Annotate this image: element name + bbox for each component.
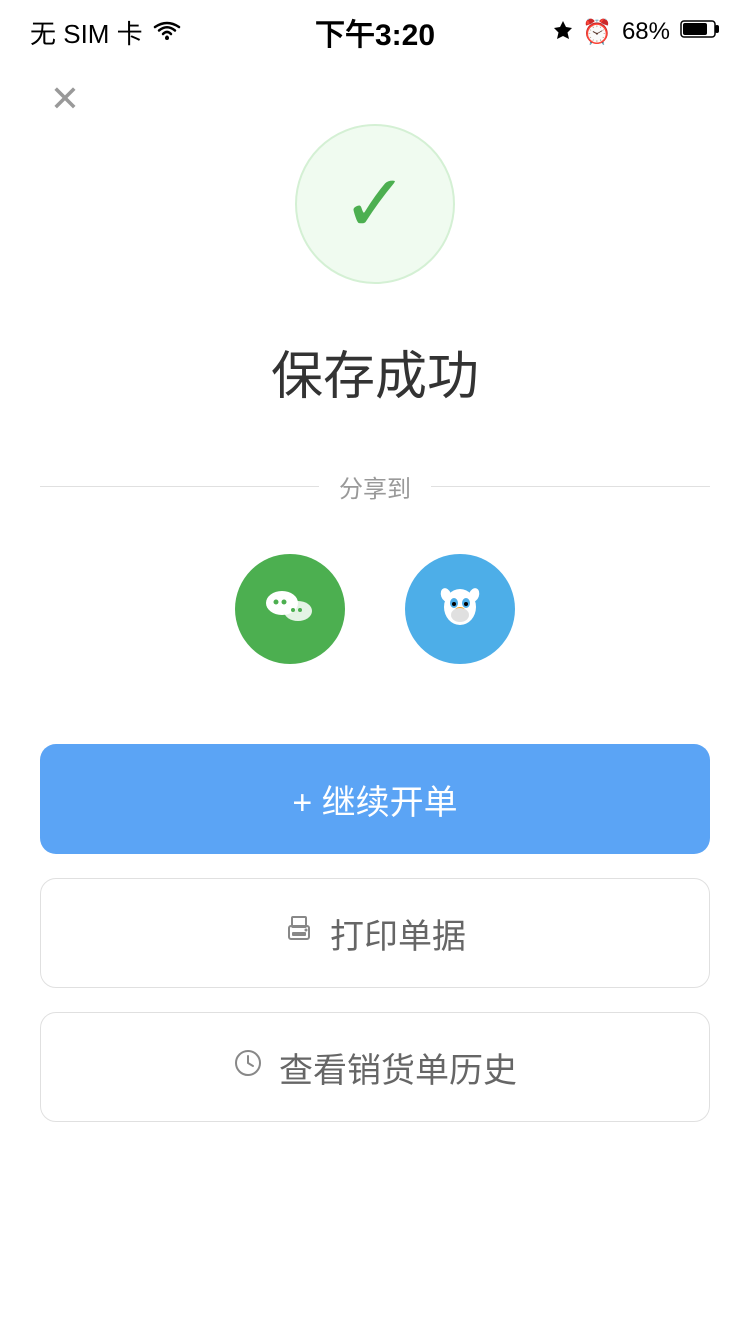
history-button[interactable]: 查看销货单历史 xyxy=(40,1012,710,1122)
checkmark-icon: ✓ xyxy=(341,164,408,244)
share-label: 分享到 xyxy=(319,469,431,504)
continue-button[interactable]: + 继续开单 xyxy=(40,744,710,854)
close-button[interactable]: ✕ xyxy=(40,74,90,124)
print-button-label: 打印单据 xyxy=(330,909,466,958)
alarm-icon: ⏰ xyxy=(582,18,612,47)
success-title: 保存成功 xyxy=(271,334,479,409)
history-icon xyxy=(233,1048,263,1087)
share-section: 分享到 xyxy=(0,469,750,744)
action-buttons: + 继续开单 打印单据 查看销货单历史 xyxy=(0,744,750,1122)
battery-icon xyxy=(680,18,720,46)
share-icons xyxy=(40,554,710,664)
wechat-share-button[interactable] xyxy=(235,554,345,664)
qq-share-button[interactable] xyxy=(405,554,515,664)
battery-percent: 68% xyxy=(622,18,670,46)
continue-button-label: + 继续开单 xyxy=(292,775,457,824)
location-icon xyxy=(554,18,572,46)
history-button-label: 查看销货单历史 xyxy=(279,1043,517,1092)
divider-line-left xyxy=(40,486,319,487)
status-right: ⏰ 68% xyxy=(554,18,720,47)
print-button[interactable]: 打印单据 xyxy=(40,878,710,988)
print-icon xyxy=(284,914,314,953)
divider-line-right xyxy=(431,486,710,487)
success-circle: ✓ xyxy=(295,124,455,284)
main-content: ✓ 保存成功 分享到 xyxy=(0,64,750,1122)
close-icon: ✕ xyxy=(50,78,80,120)
wifi-icon xyxy=(153,17,181,48)
share-divider: 分享到 xyxy=(40,469,710,504)
sim-status: 无 SIM 卡 xyxy=(30,14,143,51)
status-time: 下午3:20 xyxy=(315,10,435,54)
status-bar: 无 SIM 卡 下午3:20 ⏰ 68% xyxy=(0,0,750,64)
status-left: 无 SIM 卡 xyxy=(30,14,181,51)
